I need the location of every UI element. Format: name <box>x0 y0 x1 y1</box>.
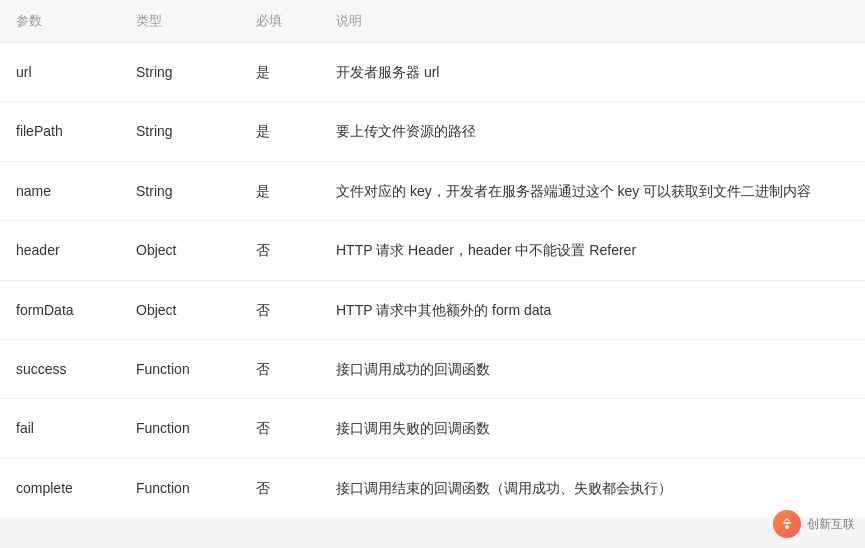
cell-type: Function <box>120 399 240 458</box>
cell-required: 是 <box>240 102 320 161</box>
cell-required: 否 <box>240 399 320 458</box>
cell-required: 否 <box>240 458 320 517</box>
cell-param: header <box>0 221 120 280</box>
cell-param: formData <box>0 280 120 339</box>
cell-desc: HTTP 请求 Header，header 中不能设置 Referer <box>320 221 865 280</box>
cell-required: 是 <box>240 43 320 102</box>
cell-param: success <box>0 339 120 398</box>
cell-param: fail <box>0 399 120 458</box>
cell-desc: 开发者服务器 url <box>320 43 865 102</box>
watermark-logo <box>773 510 801 538</box>
table-row: failFunction否接口调用失败的回调函数 <box>0 399 865 458</box>
api-params-table: 参数 类型 必填 说明 urlString是开发者服务器 urlfilePath… <box>0 0 865 517</box>
cell-desc: 要上传文件资源的路径 <box>320 102 865 161</box>
watermark-text: 创新互联 <box>807 516 855 533</box>
table-row: nameString是文件对应的 key，开发者在服务器端通过这个 key 可以… <box>0 161 865 220</box>
cell-required: 否 <box>240 280 320 339</box>
cell-param: url <box>0 43 120 102</box>
cell-param: name <box>0 161 120 220</box>
cell-type: String <box>120 161 240 220</box>
header-required: 必填 <box>240 0 320 43</box>
cell-required: 是 <box>240 161 320 220</box>
header-param: 参数 <box>0 0 120 43</box>
cell-type: String <box>120 43 240 102</box>
cell-desc: HTTP 请求中其他额外的 form data <box>320 280 865 339</box>
cell-type: Function <box>120 458 240 517</box>
cell-type: Function <box>120 339 240 398</box>
header-desc: 说明 <box>320 0 865 43</box>
header-type: 类型 <box>120 0 240 43</box>
cell-type: Object <box>120 280 240 339</box>
cell-desc: 接口调用失败的回调函数 <box>320 399 865 458</box>
watermark: 创新互联 <box>773 510 855 538</box>
cell-type: String <box>120 102 240 161</box>
table-row: filePathString是要上传文件资源的路径 <box>0 102 865 161</box>
table-row: completeFunction否接口调用结束的回调函数（调用成功、失败都会执行… <box>0 458 865 517</box>
cell-desc: 接口调用结束的回调函数（调用成功、失败都会执行） <box>320 458 865 517</box>
cell-param: complete <box>0 458 120 517</box>
table-row: formDataObject否HTTP 请求中其他额外的 form data <box>0 280 865 339</box>
svg-point-0 <box>785 525 789 529</box>
cell-param: filePath <box>0 102 120 161</box>
cell-type: Object <box>120 221 240 280</box>
cell-required: 否 <box>240 339 320 398</box>
cell-desc: 接口调用成功的回调函数 <box>320 339 865 398</box>
cell-required: 否 <box>240 221 320 280</box>
table-row: headerObject否HTTP 请求 Header，header 中不能设置… <box>0 221 865 280</box>
cell-desc: 文件对应的 key，开发者在服务器端通过这个 key 可以获取到文件二进制内容 <box>320 161 865 220</box>
table-header-row: 参数 类型 必填 说明 <box>0 0 865 43</box>
table-row: urlString是开发者服务器 url <box>0 43 865 102</box>
table-row: successFunction否接口调用成功的回调函数 <box>0 339 865 398</box>
